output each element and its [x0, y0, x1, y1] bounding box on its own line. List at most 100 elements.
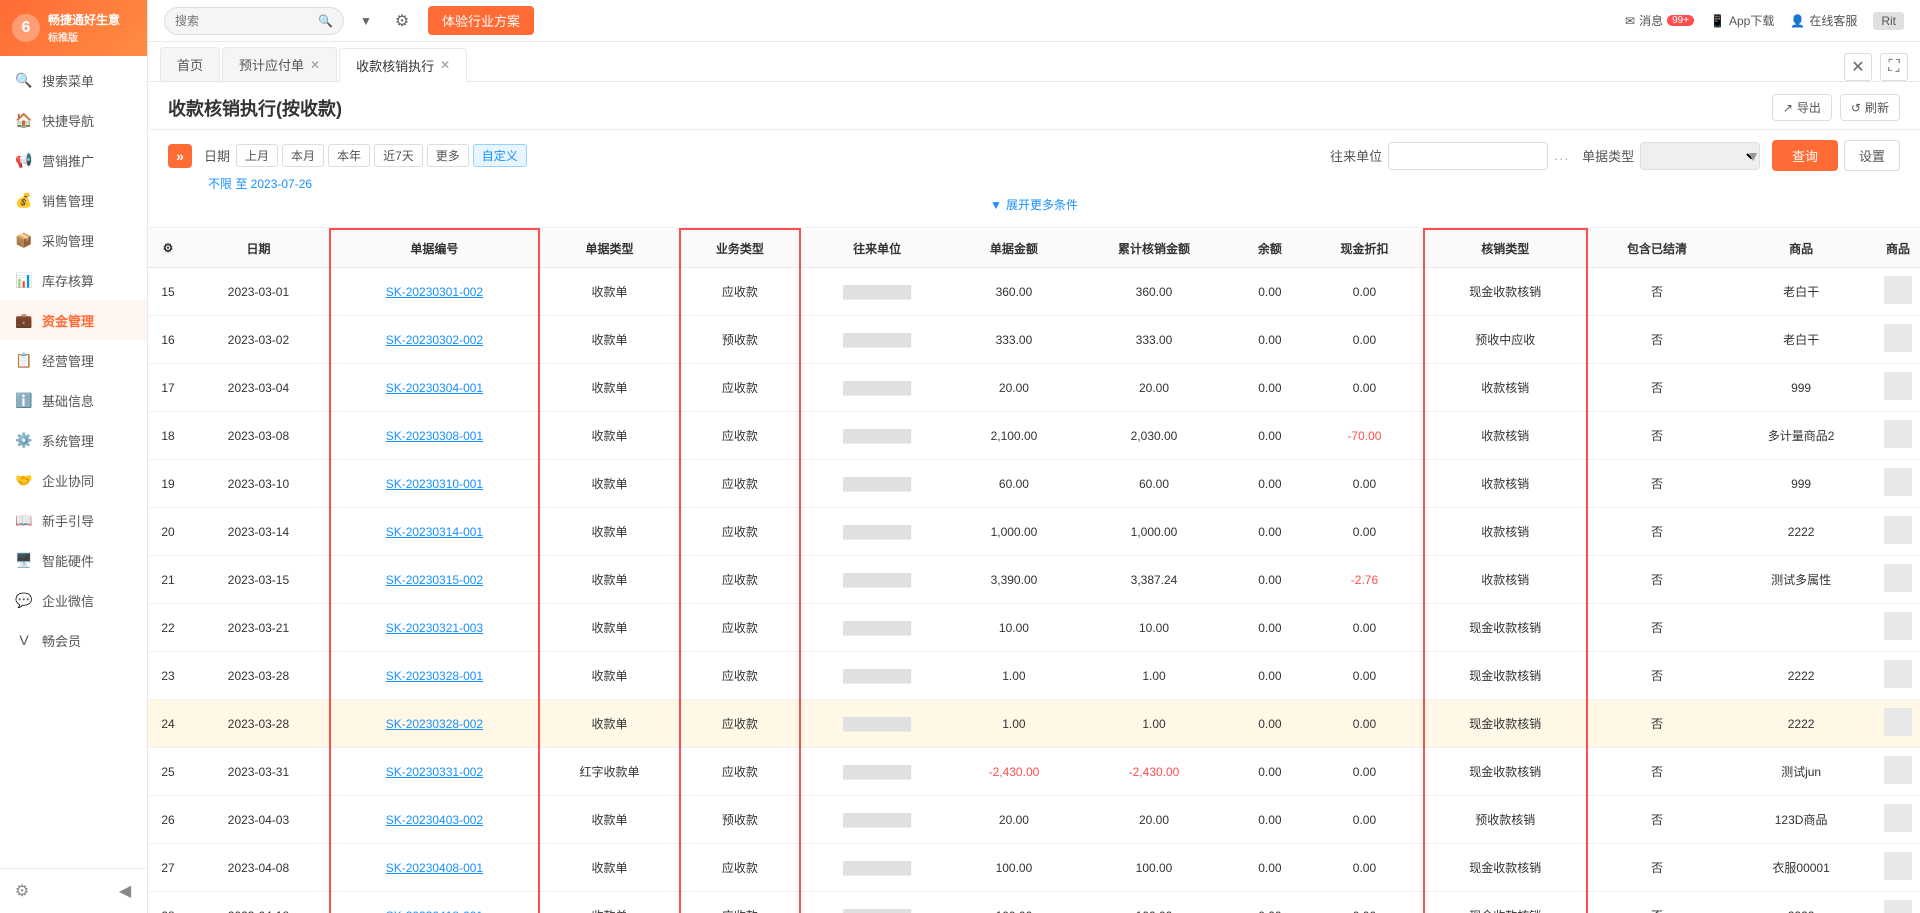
cell-cumulative: 10.00: [1074, 604, 1233, 652]
cell-goods2: [1876, 796, 1920, 844]
th-cancel-type: 核销类型: [1424, 229, 1587, 268]
sidebar-item-search[interactable]: 🔍 搜索菜单: [0, 60, 147, 100]
tab-close-all-icon[interactable]: ✕: [1844, 53, 1872, 81]
collapse-icon[interactable]: ◀: [111, 877, 139, 905]
sidebar-item-hardware[interactable]: 🖥️ 智能硬件: [0, 540, 147, 580]
table-container: ⚙ 日期 单据编号 单据类型 业务类型 往来单位 单据金额 累计核销金额 余额 …: [148, 228, 1920, 913]
sidebar-item-purchase[interactable]: 📦 采购管理: [0, 220, 147, 260]
cell-bill-no[interactable]: SK-20230302-002: [330, 316, 539, 364]
cell-bill-no[interactable]: SK-20230328-001: [330, 652, 539, 700]
filter-toggle-button[interactable]: »: [168, 144, 192, 168]
settings-icon[interactable]: ⚙: [8, 877, 36, 905]
cell-cumulative: 60.00: [1074, 460, 1233, 508]
tab-pre-receipt-close[interactable]: ✕: [310, 58, 320, 72]
cell-bill-no[interactable]: SK-20230328-002: [330, 700, 539, 748]
wechat-label: 企业微信: [42, 591, 94, 610]
bill-type-select[interactable]: [1640, 142, 1760, 170]
gear-icon[interactable]: ⚙: [388, 7, 416, 35]
sidebar-item-operations[interactable]: 📋 经营管理: [0, 340, 147, 380]
cell-include-settled: 否: [1587, 316, 1726, 364]
finance-label: 资金管理: [42, 311, 94, 330]
cell-goods: 2222: [1726, 892, 1876, 913]
date-btn-7days[interactable]: 近7天: [374, 144, 423, 167]
tab-home[interactable]: 首页: [160, 47, 220, 81]
cell-bill-type: 收款单: [539, 364, 680, 412]
tabbar: 首页 预计应付单 ✕ 收款核销执行 ✕ ✕ ⛶: [148, 42, 1920, 82]
cell-include-settled: 否: [1587, 844, 1726, 892]
cell-balance: 0.00: [1234, 508, 1306, 556]
date-btn-this-year[interactable]: 本年: [328, 144, 370, 167]
cell-bill-no[interactable]: SK-20230418-001: [330, 892, 539, 913]
cell-bill-no[interactable]: SK-20230403-002: [330, 796, 539, 844]
select-arrow-icon: ▼: [1746, 148, 1760, 164]
expand-button[interactable]: ▼ 展开更多条件: [990, 196, 1078, 213]
cell-cancel-type: 现金收款核销: [1424, 268, 1587, 316]
dropdown-arrow[interactable]: ▼: [356, 11, 376, 31]
cell-bill-no[interactable]: SK-20230304-001: [330, 364, 539, 412]
sidebar-item-guide[interactable]: 📖 新手引导: [0, 500, 147, 540]
counterparty-input[interactable]: [1388, 142, 1548, 170]
date-custom-btn[interactable]: 自定义: [473, 144, 527, 167]
cell-bill-amount: 20.00: [954, 364, 1075, 412]
messages-item[interactable]: ✉ 消息 99+: [1625, 12, 1694, 29]
cell-bill-no[interactable]: SK-20230308-001: [330, 412, 539, 460]
search-label: 搜索菜单: [42, 71, 94, 90]
cell-goods2: [1876, 460, 1920, 508]
user-item[interactable]: Rit: [1873, 12, 1904, 30]
sidebar-item-marketing[interactable]: 📢 营销推广: [0, 140, 147, 180]
sidebar-item-enterprise[interactable]: 🤝 企业协同: [0, 460, 147, 500]
cell-balance: 0.00: [1234, 268, 1306, 316]
sidebar-item-basic[interactable]: ℹ️ 基础信息: [0, 380, 147, 420]
cell-counterparty: ████████: [800, 892, 954, 913]
marketing-icon: 📢: [14, 150, 34, 170]
sidebar-item-sales[interactable]: 💰 销售管理: [0, 180, 147, 220]
sidebar-item-system[interactable]: ⚙️ 系统管理: [0, 420, 147, 460]
date-btn-last-month[interactable]: 上月: [236, 144, 278, 167]
cell-bill-amount: -2,430.00: [954, 748, 1075, 796]
settings-button[interactable]: 设置: [1844, 140, 1900, 171]
table-row: 27 2023-04-08 SK-20230408-001 收款单 应收款 ██…: [148, 844, 1920, 892]
page-title: 收款核销执行(按收款): [168, 95, 342, 121]
cell-bill-no[interactable]: SK-20230315-002: [330, 556, 539, 604]
th-goods2: 商品: [1876, 229, 1920, 268]
cell-cumulative: 100.00: [1074, 892, 1233, 913]
tab-receipt-cancel-close[interactable]: ✕: [440, 58, 450, 72]
sidebar-item-wechat[interactable]: 💬 企业微信: [0, 580, 147, 620]
cell-cash-discount: 0.00: [1306, 604, 1424, 652]
sidebar-item-finance[interactable]: 💼 资金管理: [0, 300, 147, 340]
logo-title: 畅捷通好生意: [48, 12, 120, 29]
cell-bill-no[interactable]: SK-20230321-003: [330, 604, 539, 652]
cell-cumulative: 100.00: [1074, 844, 1233, 892]
cell-cancel-type: 收款核销: [1424, 364, 1587, 412]
refresh-button[interactable]: ↺ 刷新: [1840, 94, 1900, 121]
tab-pre-receipt[interactable]: 预计应付单 ✕: [222, 47, 337, 81]
sidebar-item-member[interactable]: V 畅会员: [0, 620, 147, 660]
date-btn-this-month[interactable]: 本月: [282, 144, 324, 167]
tab-expand-icon[interactable]: ⛶: [1880, 53, 1908, 81]
search-input[interactable]: [175, 14, 318, 28]
sidebar-item-inventory[interactable]: 📊 库存核算: [0, 260, 147, 300]
cell-bill-no[interactable]: SK-20230331-002: [330, 748, 539, 796]
tab-receipt-cancel[interactable]: 收款核销执行 ✕: [339, 48, 467, 82]
cell-bill-no[interactable]: SK-20230301-002: [330, 268, 539, 316]
cell-business-type: 应收款: [680, 556, 800, 604]
inventory-icon: 📊: [14, 270, 34, 290]
cell-bill-no[interactable]: SK-20230310-001: [330, 460, 539, 508]
export-button[interactable]: ↗ 导出: [1772, 94, 1832, 121]
solution-button[interactable]: 体验行业方案: [428, 6, 534, 35]
search-box[interactable]: 🔍: [164, 7, 344, 35]
app-download-item[interactable]: 📱 App下载: [1710, 12, 1774, 29]
cell-include-settled: 否: [1587, 652, 1726, 700]
user-name: Rit: [1873, 12, 1904, 30]
tab-pre-receipt-label: 预计应付单: [239, 55, 304, 74]
online-service-item[interactable]: 👤 在线客服: [1790, 12, 1857, 29]
date-btn-more[interactable]: 更多: [427, 144, 469, 167]
th-date: 日期: [188, 229, 330, 268]
cell-bill-no[interactable]: SK-20230408-001: [330, 844, 539, 892]
cell-bill-no[interactable]: SK-20230314-001: [330, 508, 539, 556]
filter-date-item: 日期 上月 本月 本年 近7天 更多 自定义: [204, 144, 527, 167]
sidebar-item-shortcut[interactable]: 🏠 快捷导航: [0, 100, 147, 140]
query-button[interactable]: 查询: [1772, 140, 1838, 171]
cell-goods2: [1876, 556, 1920, 604]
th-settings[interactable]: ⚙: [148, 229, 188, 268]
